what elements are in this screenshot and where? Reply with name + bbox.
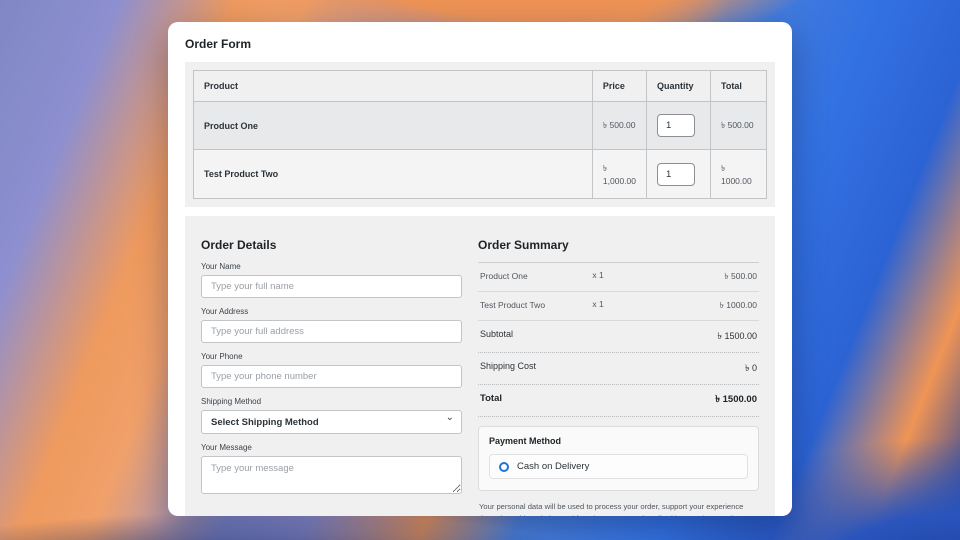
checkout-section: Order Details Your Name Your Address You… — [185, 216, 775, 516]
phone-field-group: Your Phone — [201, 352, 462, 388]
product-table: Product Price Quantity Total Product One… — [193, 70, 767, 199]
quantity-cell — [647, 150, 711, 199]
table-header-row: Product Price Quantity Total — [194, 71, 767, 102]
shipping-cost-row: Shipping Cost ৳ 0 — [478, 353, 759, 385]
order-summary-panel: Order Summary Product One x 1 ৳ 500.00 T… — [478, 232, 759, 516]
total-row: Total ৳ 1500.00 — [478, 385, 759, 417]
order-summary-box: Product One x 1 ৳ 500.00 Test Product Tw… — [478, 262, 759, 417]
summary-line-item: Test Product Two x 1 ৳ 1000.00 — [478, 292, 759, 321]
message-textarea[interactable] — [201, 456, 462, 494]
total-amount: ৳ 1500.00 — [715, 393, 757, 408]
address-input[interactable] — [201, 320, 462, 343]
item-name: Product One — [480, 270, 552, 283]
shipping-method-field-group: Shipping Method Select Shipping Method ⌄ — [201, 397, 462, 434]
total-cell: ৳ 1000.00 — [711, 150, 767, 199]
column-header-price: Price — [592, 71, 646, 102]
message-field-group: Your Message — [201, 443, 462, 499]
subtotal-row: Subtotal ৳ 1500.00 — [478, 321, 759, 353]
order-details-panel: Order Details Your Name Your Address You… — [201, 232, 462, 516]
item-qty: x 1 — [552, 270, 644, 280]
summary-line-item: Product One x 1 ৳ 500.00 — [478, 263, 759, 292]
product-name-cell: Test Product Two — [194, 150, 593, 199]
address-label: Your Address — [201, 307, 462, 316]
name-field-group: Your Name — [201, 262, 462, 298]
column-header-quantity: Quantity — [647, 71, 711, 102]
column-header-total: Total — [711, 71, 767, 102]
table-row: Product One ৳ 500.00 ৳ 500.00 — [194, 102, 767, 150]
name-input[interactable] — [201, 275, 462, 298]
order-form-window: Order Form Product Price Quantity Total … — [168, 22, 792, 516]
shipping-method-label: Shipping Method — [201, 397, 462, 406]
product-table-section: Product Price Quantity Total Product One… — [185, 62, 775, 207]
phone-input[interactable] — [201, 365, 462, 388]
privacy-policy-link[interactable]: privacy policy. — [696, 514, 743, 516]
table-row: Test Product Two ৳ 1,000.00 ৳ 1000.00 — [194, 150, 767, 199]
item-qty: x 1 — [552, 299, 644, 309]
quantity-cell — [647, 102, 711, 150]
price-cell: ৳ 500.00 — [592, 102, 646, 150]
price-cell: ৳ 1,000.00 — [592, 150, 646, 199]
shipping-cost-label: Shipping Cost — [480, 361, 536, 376]
total-label: Total — [480, 393, 502, 408]
item-amount: ৳ 500.00 — [644, 270, 757, 284]
column-header-product: Product — [194, 71, 593, 102]
payment-option-label: Cash on Delivery — [517, 461, 589, 472]
product-name-cell: Product One — [194, 102, 593, 150]
subtotal-label: Subtotal — [480, 329, 513, 344]
payment-option-cash-on-delivery[interactable]: Cash on Delivery — [489, 454, 748, 479]
quantity-input[interactable] — [657, 163, 695, 186]
item-amount: ৳ 1000.00 — [644, 299, 757, 313]
subtotal-amount: ৳ 1500.00 — [717, 329, 757, 344]
radio-button-icon[interactable] — [499, 462, 509, 472]
address-field-group: Your Address — [201, 307, 462, 343]
privacy-notice: Your personal data will be used to proce… — [479, 501, 758, 516]
message-label: Your Message — [201, 443, 462, 452]
order-details-heading: Order Details — [201, 238, 462, 252]
page-title: Order Form — [185, 37, 775, 51]
item-name: Test Product Two — [480, 299, 552, 312]
payment-method-heading: Payment Method — [489, 436, 748, 446]
shipping-cost-amount: ৳ 0 — [745, 361, 757, 376]
phone-label: Your Phone — [201, 352, 462, 361]
shipping-method-select[interactable]: Select Shipping Method — [201, 410, 462, 434]
name-label: Your Name — [201, 262, 462, 271]
order-summary-heading: Order Summary — [478, 238, 759, 252]
total-cell: ৳ 500.00 — [711, 102, 767, 150]
quantity-input[interactable] — [657, 114, 695, 137]
payment-method-box: Payment Method Cash on Delivery — [478, 426, 759, 491]
